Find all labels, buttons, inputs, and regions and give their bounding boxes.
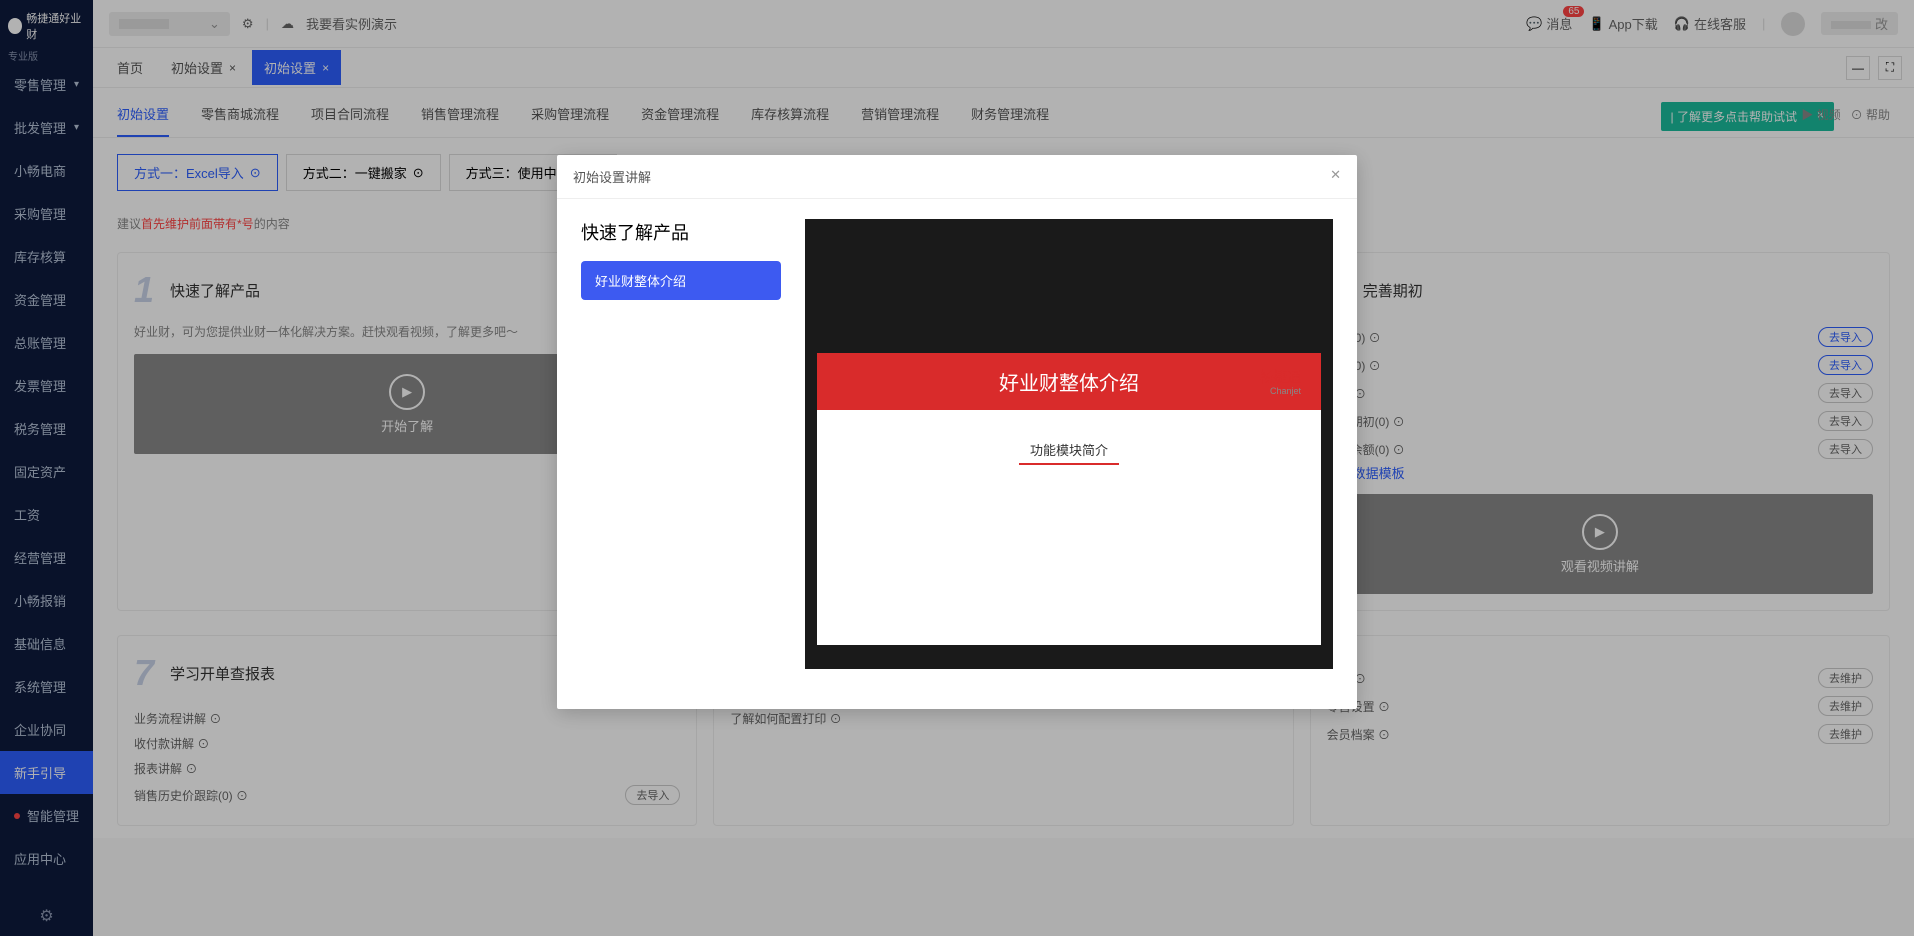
modal-title: 初始设置讲解	[573, 167, 651, 186]
modal: 初始设置讲解 ✕ 快速了解产品 好业财整体介绍 畅捷通 Chanjet 好业财整…	[557, 155, 1357, 709]
slide-subtitle: 功能模块简介	[817, 440, 1321, 465]
modal-close-button[interactable]: ✕	[1330, 167, 1341, 186]
slide-logo: 畅捷通 Chanjet	[1259, 369, 1301, 397]
modal-heading: 快速了解产品	[581, 219, 781, 245]
slide-title: 好业财整体介绍	[817, 353, 1321, 410]
video-player[interactable]: 畅捷通 Chanjet 好业财整体介绍 功能模块简介	[805, 219, 1333, 669]
modal-menu-item[interactable]: 好业财整体介绍	[581, 261, 781, 300]
modal-overlay[interactable]: 初始设置讲解 ✕ 快速了解产品 好业财整体介绍 畅捷通 Chanjet 好业财整…	[0, 0, 1914, 936]
